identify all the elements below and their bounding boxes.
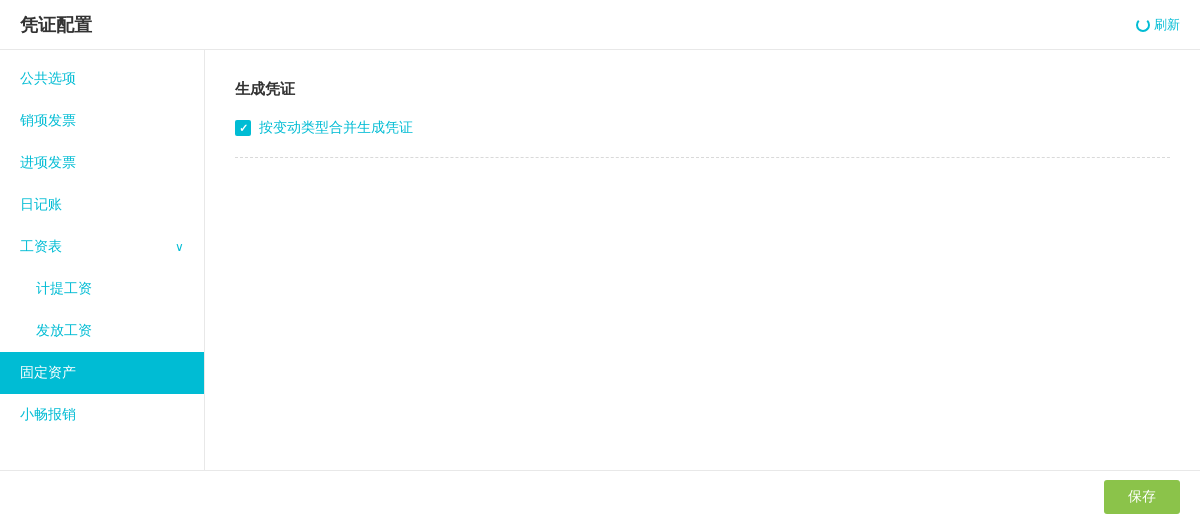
sidebar-item-label: 发放工资 (36, 322, 92, 340)
chevron-down-icon: ∨ (175, 240, 184, 254)
refresh-button[interactable]: 刷新 (1136, 16, 1180, 34)
merge-by-type-checkbox[interactable] (235, 120, 251, 136)
sidebar-item-label: 销项发票 (20, 112, 76, 130)
sidebar-item-sales-invoice[interactable]: 销项发票 (0, 100, 204, 142)
sidebar-item-pay-payroll[interactable]: 发放工资 (0, 310, 204, 352)
sidebar-item-expense-report[interactable]: 小畅报销 (0, 394, 204, 436)
sidebar-item-payroll-table[interactable]: 工资表 ∨ (0, 226, 204, 268)
refresh-label: 刷新 (1154, 16, 1180, 34)
refresh-icon (1136, 18, 1150, 32)
sidebar-item-purchase-invoice[interactable]: 进项发票 (0, 142, 204, 184)
sidebar-item-public-options[interactable]: 公共选项 (0, 58, 204, 100)
sidebar-item-fixed-assets[interactable]: 固定资产 (0, 352, 204, 394)
page-title: 凭证配置 (20, 13, 92, 37)
main-content: 生成凭证 按变动类型合并生成凭证 (205, 50, 1200, 470)
header: 凭证配置 刷新 (0, 0, 1200, 50)
merge-by-type-label[interactable]: 按变动类型合并生成凭证 (259, 119, 413, 137)
page-wrapper: 凭证配置 刷新 公共选项销项发票进项发票日记账工资表 ∨ 计提工资发放工资固定资产小… (0, 0, 1200, 522)
footer: 保存 (0, 470, 1200, 522)
sidebar-item-label: 日记账 (20, 196, 62, 214)
save-button[interactable]: 保存 (1104, 480, 1180, 514)
sidebar-item-label: 小畅报销 (20, 406, 76, 424)
section-title: 生成凭证 (235, 80, 1170, 99)
sidebar-item-label: 工资表 (20, 238, 62, 256)
sidebar-item-label: 公共选项 (20, 70, 76, 88)
sidebar-item-label: 计提工资 (36, 280, 92, 298)
sidebar-item-label: 固定资产 (20, 364, 76, 382)
sidebar-item-journal[interactable]: 日记账 (0, 184, 204, 226)
checkbox-row: 按变动类型合并生成凭证 (235, 119, 1170, 137)
sidebar-item-label: 进项发票 (20, 154, 76, 172)
sidebar-item-accrual-payroll[interactable]: 计提工资 (0, 268, 204, 310)
body: 公共选项销项发票进项发票日记账工资表 ∨ 计提工资发放工资固定资产小畅报销 生成凭证… (0, 50, 1200, 470)
sidebar: 公共选项销项发票进项发票日记账工资表 ∨ 计提工资发放工资固定资产小畅报销 (0, 50, 205, 470)
divider (235, 157, 1170, 158)
